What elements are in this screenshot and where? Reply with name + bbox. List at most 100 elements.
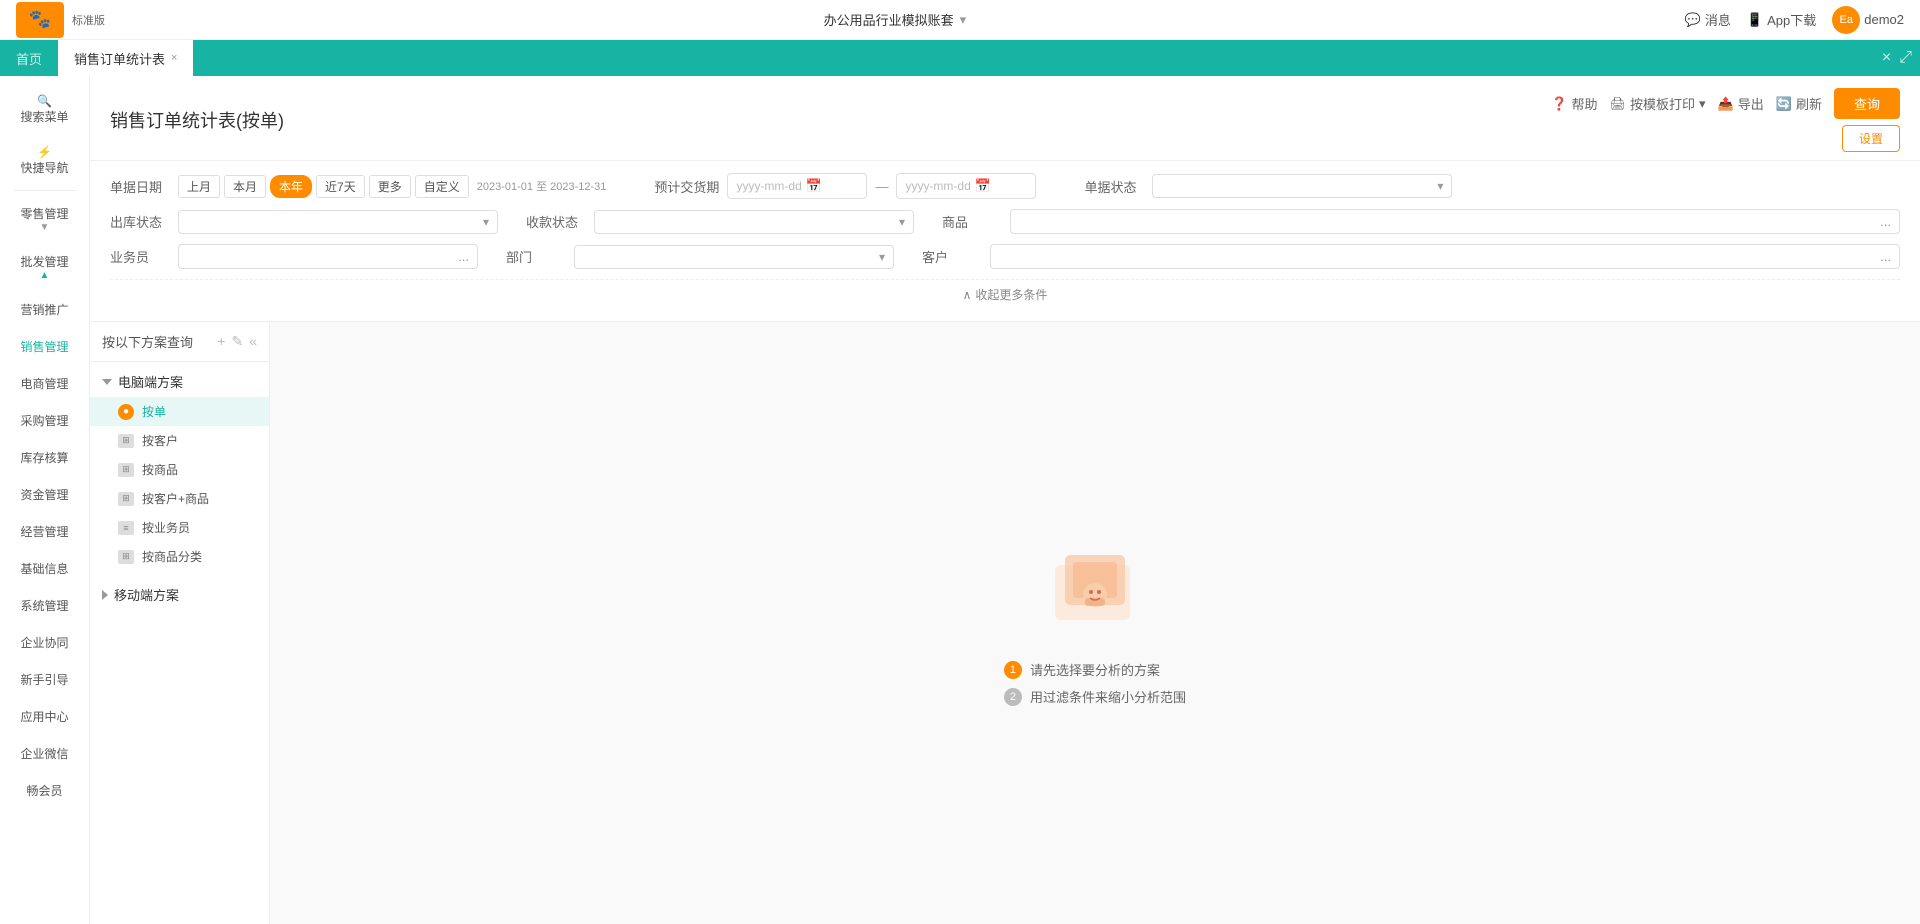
tab-close-icon[interactable]: × xyxy=(171,52,177,64)
sidebar-item-enterprise[interactable]: 企业协同 xyxy=(0,624,89,661)
calendar-end-icon: 📅 xyxy=(975,178,991,194)
doc-status-select[interactable]: ▾ xyxy=(1152,174,1452,198)
scheme-item-by-goods-cat[interactable]: ⊞ 按商品分类 xyxy=(90,542,269,571)
empty-svg xyxy=(1035,540,1155,640)
date-label: 单据日期 xyxy=(110,177,170,196)
user-menu[interactable]: Ea demo2 xyxy=(1832,6,1904,34)
dept-select[interactable]: ▾ xyxy=(574,245,894,269)
query-button[interactable]: 查询 xyxy=(1834,88,1900,119)
sidebar-item-wechat[interactable]: 企业微信 xyxy=(0,735,89,772)
filter-row-3: 业务员 ... 部门 ▾ 客户 ... xyxy=(110,244,1900,269)
date-start-placeholder: yyyy-mm-dd xyxy=(736,179,801,193)
calendar-start-icon: 📅 xyxy=(806,178,822,194)
content-area: 销售订单统计表(按单) ❓ 帮助 🖨 按模板打印 ▾ 📤 导出 xyxy=(90,76,1920,924)
main-content: 1 请先选择要分析的方案 2 用过滤条件来缩小分析范围 xyxy=(270,322,1920,924)
scheme-item-by-salesperson[interactable]: ≡ 按业务员 xyxy=(90,513,269,542)
filter-row-2: 出库状态 ▾ 收款状态 ▾ 商品 ... xyxy=(110,209,1900,234)
goods-label: 商品 xyxy=(942,212,1002,231)
collapse-panel-icon[interactable]: « xyxy=(249,333,257,350)
sidebar-item-membership[interactable]: 畅会员 xyxy=(0,772,89,809)
sidebar-item-sales-mgmt[interactable]: 销售管理 xyxy=(0,328,89,365)
salesperson-label: 业务员 xyxy=(110,247,170,266)
sidebar-item-new-user[interactable]: 新手引导 xyxy=(0,661,89,698)
expected-date-end[interactable]: yyyy-mm-dd 📅 xyxy=(896,173,1036,199)
add-scheme-icon[interactable]: + xyxy=(217,333,225,350)
empty-state: 1 请先选择要分析的方案 2 用过滤条件来缩小分析范围 xyxy=(1004,540,1186,706)
sidebar-item-app-center[interactable]: 应用中心 xyxy=(0,698,89,735)
date-btn-more[interactable]: 更多 xyxy=(369,175,411,198)
message-icon: 💬 xyxy=(1685,12,1701,28)
customer-input[interactable]: ... xyxy=(990,244,1900,269)
tab-expand-btn[interactable]: ⤢ xyxy=(1899,49,1912,67)
scheme-item-by-customer[interactable]: ⊞ 按客户 xyxy=(90,426,269,455)
scheme-by-custgoods-icon: ⊞ xyxy=(118,492,134,506)
goods-more-icon[interactable]: ... xyxy=(1880,214,1891,229)
scheme-item-by-goods[interactable]: ⊞ 按商品 xyxy=(90,455,269,484)
date-btn-7days[interactable]: 近7天 xyxy=(316,175,365,198)
sidebar-item-quick-nav[interactable]: ⚡ 快捷导航 xyxy=(0,135,89,186)
sidebar-item-wholesale-mgmt[interactable]: 批发管理 ▲ xyxy=(0,243,89,291)
app-title-area[interactable]: 办公用品行业模拟账套 ▾ xyxy=(824,10,967,29)
topbar-right: 💬 消息 📱 App下载 Ea demo2 xyxy=(1685,6,1904,34)
refresh-btn[interactable]: 🔄 刷新 xyxy=(1776,94,1822,113)
empty-illustration xyxy=(1035,540,1155,640)
mobile-scheme-group-header[interactable]: 移动端方案 xyxy=(90,579,269,610)
scheme-item-by-order[interactable]: ● 按单 xyxy=(90,397,269,426)
mobile-group-expand-icon xyxy=(102,590,108,600)
payment-status-select[interactable]: ▾ xyxy=(594,210,914,234)
salesperson-more-icon[interactable]: ... xyxy=(458,249,469,264)
page-actions-area: ❓ 帮助 🖨 按模板打印 ▾ 📤 导出 🔄 刷新 xyxy=(1551,88,1900,152)
scheme-by-sales-icon: ≡ xyxy=(118,521,134,535)
date-btn-custom[interactable]: 自定义 xyxy=(415,175,469,198)
sidebar-item-ecommerce[interactable]: 电商管理 xyxy=(0,365,89,402)
date-btn-last-month[interactable]: 上月 xyxy=(178,175,220,198)
sidebar-item-sys-mgmt[interactable]: 系统管理 xyxy=(0,587,89,624)
expected-date-start[interactable]: yyyy-mm-dd 📅 xyxy=(727,173,867,199)
page-actions: ❓ 帮助 🖨 按模板打印 ▾ 📤 导出 🔄 刷新 xyxy=(1551,88,1900,119)
message-btn[interactable]: 💬 消息 xyxy=(1685,10,1731,29)
tab-window-controls: × ⤢ xyxy=(1882,49,1920,67)
scheme-by-cat-label: 按商品分类 xyxy=(142,548,202,565)
salesperson-input[interactable]: ... xyxy=(178,244,478,269)
hint-num-1: 1 xyxy=(1004,661,1022,679)
sidebar-item-search-menu[interactable]: 🔍 搜索菜单 xyxy=(0,84,89,135)
pc-scheme-group-header[interactable]: 电脑端方案 xyxy=(90,366,269,397)
expected-date-label: 预计交货期 xyxy=(654,177,719,196)
date-btn-this-year[interactable]: 本年 xyxy=(270,175,312,198)
customer-more-icon[interactable]: ... xyxy=(1880,249,1891,264)
export-btn[interactable]: 📤 导出 xyxy=(1718,94,1764,113)
tab-close-window-btn[interactable]: × xyxy=(1882,49,1891,67)
left-panel-actions: + ✎ « xyxy=(217,333,257,350)
date-btn-this-month[interactable]: 本月 xyxy=(224,175,266,198)
collapse-filters-btn[interactable]: ∧ 收起更多条件 xyxy=(110,279,1900,309)
edit-scheme-icon[interactable]: ✎ xyxy=(231,333,243,350)
help-btn[interactable]: ❓ 帮助 xyxy=(1551,94,1597,113)
sidebar: 🔍 搜索菜单 ⚡ 快捷导航 零售管理 ▼ 批发管理 ▲ 营销推广 销售管理 电商… xyxy=(0,76,90,924)
sidebar-item-finance[interactable]: 资金管理 xyxy=(0,476,89,513)
sidebar-item-operations[interactable]: 经营管理 xyxy=(0,513,89,550)
logo-icon: 🐾 xyxy=(29,9,51,30)
left-panel: 按以下方案查询 + ✎ « 电脑端方案 ● 按单 xyxy=(90,322,270,924)
tab-sales-order-stats[interactable]: 销售订单统计表 × xyxy=(58,40,193,76)
logo-box: 🐾 xyxy=(16,2,64,38)
customer-label: 客户 xyxy=(922,247,982,266)
sidebar-item-inventory[interactable]: 库存核算 xyxy=(0,439,89,476)
app-download-btn[interactable]: 📱 App下载 xyxy=(1747,10,1816,29)
settings-button[interactable]: 设置 xyxy=(1842,125,1900,152)
empty-hint-2: 2 用过滤条件来缩小分析范围 xyxy=(1004,687,1186,706)
tab-home[interactable]: 首页 xyxy=(0,40,58,76)
sidebar-item-purchase[interactable]: 采购管理 xyxy=(0,402,89,439)
scheme-item-by-customer-goods[interactable]: ⊞ 按客户+商品 xyxy=(90,484,269,513)
sidebar-item-retail-mgmt[interactable]: 零售管理 ▼ xyxy=(0,195,89,243)
message-label: 消息 xyxy=(1705,10,1731,29)
sidebar-item-marketing[interactable]: 营销推广 xyxy=(0,291,89,328)
pc-scheme-group: 电脑端方案 ● 按单 ⊞ 按客户 ⊞ 按商品 ⊞ xyxy=(90,362,269,575)
scheme-by-goods-icon: ⊞ xyxy=(118,463,134,477)
ship-status-select[interactable]: ▾ xyxy=(178,210,498,234)
dropdown-icon[interactable]: ▾ xyxy=(960,12,967,28)
tabbar: 首页 销售订单统计表 × × ⤢ xyxy=(0,40,1920,76)
print-template-btn[interactable]: 🖨 按模板打印 ▾ xyxy=(1610,94,1706,113)
scheme-by-customer-label: 按客户 xyxy=(142,432,178,449)
goods-input[interactable]: ... xyxy=(1010,209,1900,234)
sidebar-item-base-info[interactable]: 基础信息 xyxy=(0,550,89,587)
